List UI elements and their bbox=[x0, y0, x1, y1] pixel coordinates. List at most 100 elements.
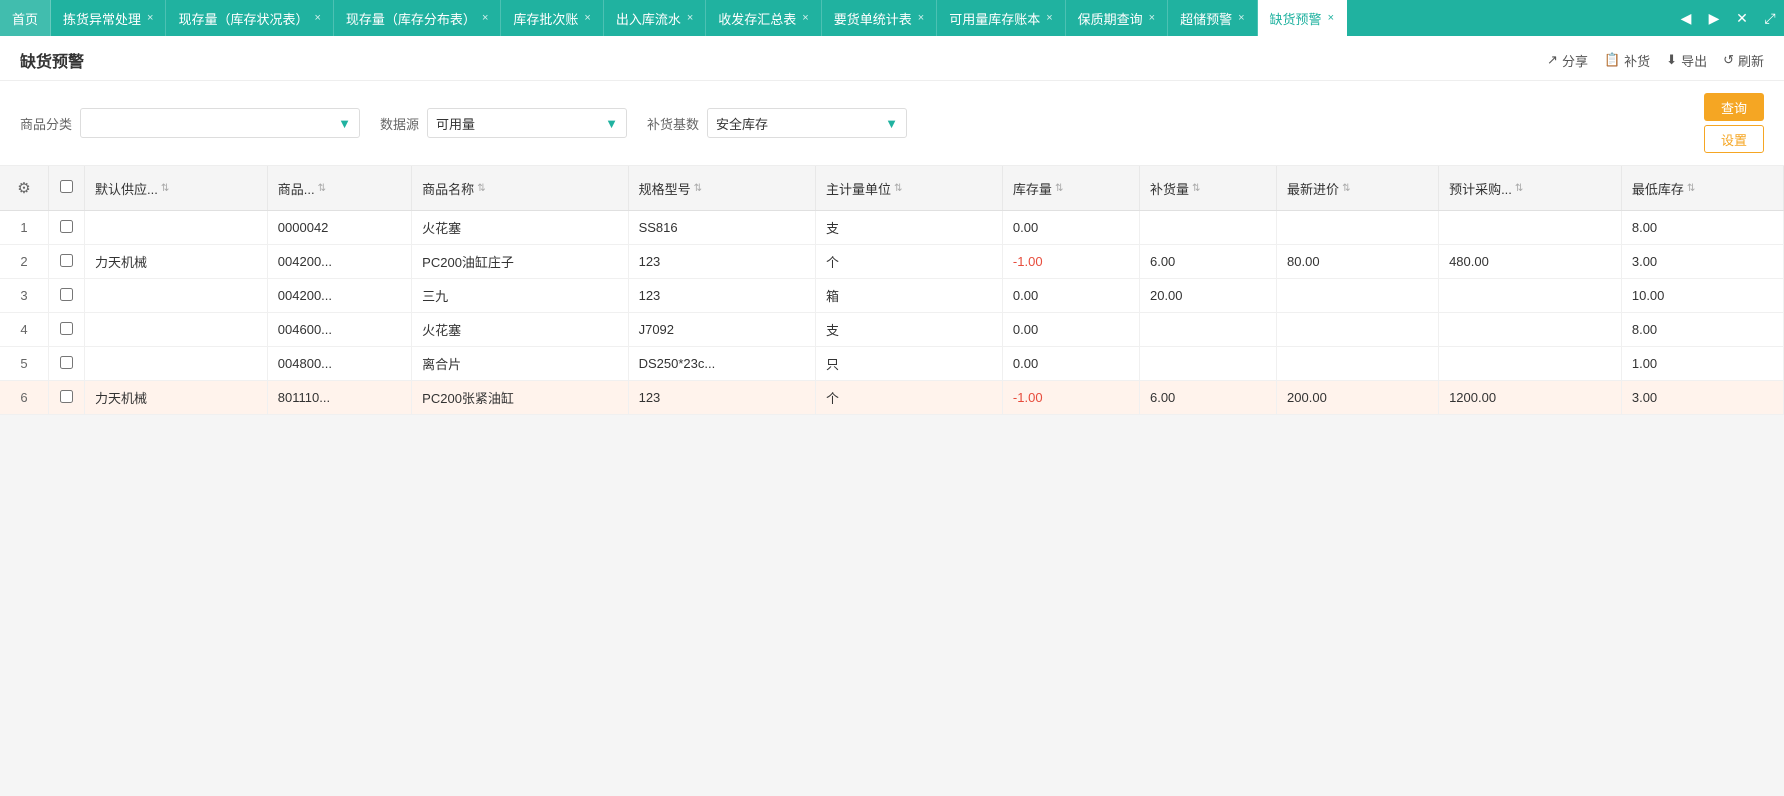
row-number: 4 bbox=[0, 313, 49, 347]
col-gear: ⚙ bbox=[0, 166, 49, 211]
tab-close-inout-flow[interactable]: × bbox=[687, 12, 693, 24]
table-row: 2 力天机械 004200... PC200油缸庄子 123 个 -1.00 6… bbox=[0, 245, 1784, 279]
tab-close-order-stats[interactable]: × bbox=[918, 12, 924, 24]
tab-inout-flow[interactable]: 出入库流水 × bbox=[604, 0, 706, 36]
datasource-select-value: 可用量 bbox=[436, 114, 475, 133]
col-unit: 主计量单位 ⇅ bbox=[815, 166, 1002, 211]
tab-close-abnormal[interactable]: × bbox=[147, 12, 153, 24]
tab-order-stats[interactable]: 要货单统计表 × bbox=[822, 0, 937, 36]
supplier-sort-icon[interactable]: ⇅ bbox=[161, 183, 169, 194]
refresh-button[interactable]: ↺ 刷新 bbox=[1723, 51, 1764, 70]
share-button[interactable]: ↗ 分享 bbox=[1547, 51, 1588, 70]
row-checkbox[interactable] bbox=[60, 288, 73, 301]
col-product-code: 商品... ⇅ bbox=[267, 166, 411, 211]
row-product-name: 三九 bbox=[412, 279, 628, 313]
latest-price-sort-icon[interactable]: ⇅ bbox=[1342, 183, 1350, 194]
settings-button[interactable]: 设置 bbox=[1704, 125, 1764, 153]
unit-sort-icon[interactable]: ⇅ bbox=[894, 183, 902, 194]
row-unit: 箱 bbox=[815, 279, 1002, 313]
row-number: 5 bbox=[0, 347, 49, 381]
row-min-stock: 10.00 bbox=[1621, 279, 1783, 313]
min-stock-sort-icon[interactable]: ⇅ bbox=[1687, 183, 1695, 194]
col-stock: 库存量 ⇅ bbox=[1002, 166, 1139, 211]
row-supplier bbox=[85, 279, 268, 313]
col-spec: 规格型号 ⇅ bbox=[628, 166, 815, 211]
row-checkbox[interactable] bbox=[60, 254, 73, 267]
replenish-button[interactable]: 📋 补货 bbox=[1604, 51, 1650, 70]
spec-sort-icon[interactable]: ⇅ bbox=[694, 183, 702, 194]
col-replenish-qty: 补货量 ⇅ bbox=[1139, 166, 1276, 211]
row-supplier bbox=[85, 211, 268, 245]
filter-replenish-base-group: 补货基数 安全库存 ▼ bbox=[647, 108, 907, 138]
est-purchase-sort-icon[interactable]: ⇅ bbox=[1515, 183, 1523, 194]
row-stock: 0.00 bbox=[1002, 211, 1139, 245]
replenish-base-label: 补货基数 bbox=[647, 114, 699, 133]
row-checkbox[interactable] bbox=[60, 356, 73, 369]
tab-expiry-query[interactable]: 保质期查询 × bbox=[1066, 0, 1168, 36]
tab-overstock[interactable]: 超储预警 × bbox=[1168, 0, 1257, 36]
row-number: 1 bbox=[0, 211, 49, 245]
row-product-name: PC200张紧油缸 bbox=[412, 381, 628, 415]
row-checkbox[interactable] bbox=[60, 220, 73, 233]
tab-close-receipt-summary[interactable]: × bbox=[802, 12, 808, 24]
export-button[interactable]: ⬇ 导出 bbox=[1666, 51, 1707, 70]
tab-scroll-right[interactable]: ▶ bbox=[1700, 0, 1728, 36]
replenish-icon: 📋 bbox=[1604, 52, 1620, 68]
tab-close-shortage[interactable]: × bbox=[1328, 12, 1334, 24]
tab-abnormal[interactable]: 拣货异常处理 × bbox=[51, 0, 166, 36]
row-est-purchase: 480.00 bbox=[1439, 245, 1622, 279]
tab-nav-buttons: ◀ ▶ ✕ ⤢ bbox=[1672, 0, 1784, 36]
tab-close-expiry-query[interactable]: × bbox=[1149, 12, 1155, 24]
col-est-purchase: 预计采购... ⇅ bbox=[1439, 166, 1622, 211]
select-all-checkbox[interactable] bbox=[60, 180, 73, 193]
tab-close-inventory-status[interactable]: × bbox=[314, 12, 320, 24]
gear-icon[interactable]: ⚙ bbox=[10, 174, 38, 202]
row-spec: DS250*23c... bbox=[628, 347, 815, 381]
tab-scroll-left[interactable]: ◀ bbox=[1672, 0, 1700, 36]
tab-available-ledger[interactable]: 可用量库存账本 × bbox=[937, 0, 1065, 36]
tab-inventory-status[interactable]: 现存量（库存状况表） × bbox=[166, 0, 333, 36]
replenish-qty-sort-icon[interactable]: ⇅ bbox=[1192, 183, 1200, 194]
row-replenish-qty: 20.00 bbox=[1139, 279, 1276, 313]
tab-close-all[interactable]: ✕ bbox=[1728, 0, 1756, 36]
tab-batch-account[interactable]: 库存批次账 × bbox=[501, 0, 603, 36]
tab-close-inventory-dist[interactable]: × bbox=[482, 12, 488, 24]
row-spec: J7092 bbox=[628, 313, 815, 347]
tab-receipt-summary[interactable]: 收发存汇总表 × bbox=[706, 0, 821, 36]
product-name-sort-icon[interactable]: ⇅ bbox=[477, 183, 485, 194]
tab-close-available-ledger[interactable]: × bbox=[1046, 12, 1052, 24]
query-button[interactable]: 查询 bbox=[1704, 93, 1764, 121]
replenish-base-dropdown-icon: ▼ bbox=[885, 116, 898, 131]
row-spec: 123 bbox=[628, 279, 815, 313]
datasource-label: 数据源 bbox=[380, 114, 419, 133]
row-replenish-qty bbox=[1139, 211, 1276, 245]
row-checkbox[interactable] bbox=[60, 390, 73, 403]
category-dropdown-icon: ▼ bbox=[338, 116, 351, 131]
tab-close-batch-account[interactable]: × bbox=[584, 12, 590, 24]
row-spec: SS816 bbox=[628, 211, 815, 245]
tab-expand[interactable]: ⤢ bbox=[1756, 0, 1784, 36]
row-product-name: 离合片 bbox=[412, 347, 628, 381]
stock-sort-icon[interactable]: ⇅ bbox=[1055, 183, 1063, 194]
row-checkbox-cell bbox=[49, 381, 85, 415]
datasource-select[interactable]: 可用量 ▼ bbox=[427, 108, 627, 138]
row-spec: 123 bbox=[628, 245, 815, 279]
col-latest-price: 最新进价 ⇅ bbox=[1277, 166, 1439, 211]
tab-close-overstock[interactable]: × bbox=[1238, 12, 1244, 24]
row-checkbox[interactable] bbox=[60, 322, 73, 335]
tab-inventory-dist[interactable]: 现存量（库存分布表） × bbox=[334, 0, 501, 36]
row-checkbox-cell bbox=[49, 245, 85, 279]
row-min-stock: 3.00 bbox=[1621, 245, 1783, 279]
table-header-row: ⚙ 默认供应... ⇅ 商品... ⇅ bbox=[0, 166, 1784, 211]
tab-shortage[interactable]: 缺货预警 × bbox=[1258, 0, 1347, 36]
category-select[interactable]: ▼ bbox=[80, 108, 360, 138]
replenish-base-select[interactable]: 安全库存 ▼ bbox=[707, 108, 907, 138]
product-code-sort-icon[interactable]: ⇅ bbox=[318, 183, 326, 194]
row-latest-price bbox=[1277, 211, 1439, 245]
row-checkbox-cell bbox=[49, 279, 85, 313]
datasource-dropdown-icon: ▼ bbox=[605, 116, 618, 131]
row-number: 6 bbox=[0, 381, 49, 415]
row-replenish-qty: 6.00 bbox=[1139, 245, 1276, 279]
tab-home[interactable]: 首页 bbox=[0, 0, 51, 36]
refresh-icon: ↺ bbox=[1723, 52, 1734, 68]
